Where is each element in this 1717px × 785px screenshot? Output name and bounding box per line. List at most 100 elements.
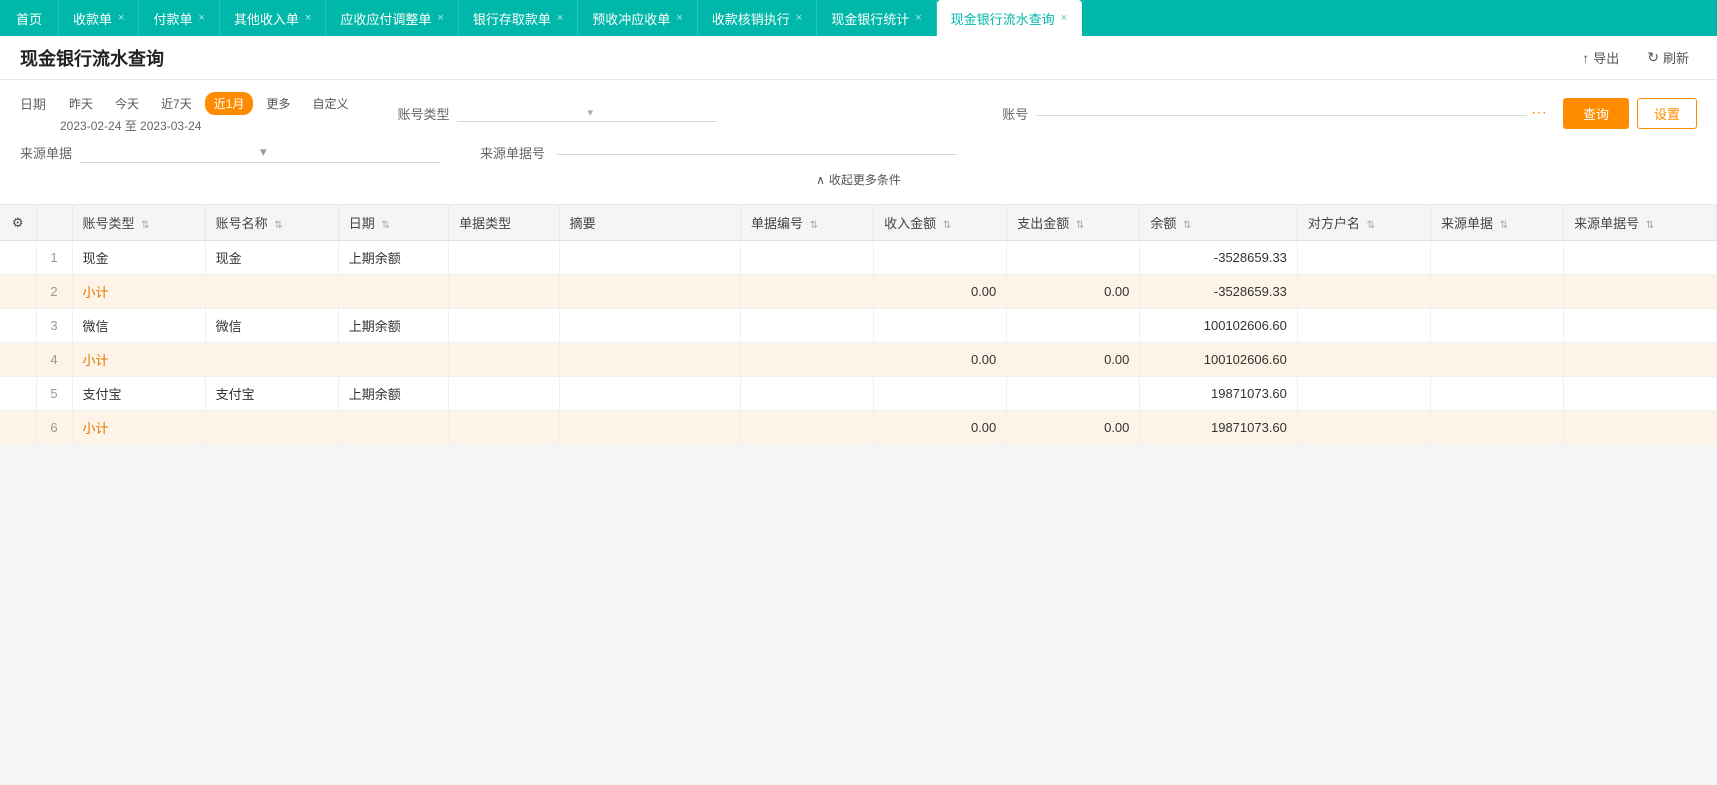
account-input[interactable]	[1036, 111, 1527, 116]
date-shortcuts: 昨天 今天 近7天 近1月 更多 自定义	[60, 92, 357, 115]
close-icon[interactable]: ×	[118, 12, 124, 24]
col-source-doc-num[interactable]: 来源单据号 ⇅	[1564, 205, 1717, 241]
nav-tab-payments[interactable]: 付款单 ×	[139, 0, 219, 36]
col-summary: 摘要	[559, 205, 740, 241]
cell-source-doc-num	[1564, 309, 1717, 343]
filter-area: 日期 昨天 今天 近7天 近1月 更多 自定义 2023-02-24 至 202…	[0, 80, 1717, 205]
source-doc-num-input[interactable]	[557, 150, 957, 155]
nav-home[interactable]: 首页	[0, 0, 59, 36]
account-dots-button[interactable]: ···	[1531, 104, 1547, 122]
cell-expense	[1007, 377, 1140, 411]
date-btn-today[interactable]: 今天	[106, 92, 148, 115]
col-income[interactable]: 收入金额 ⇅	[874, 205, 1007, 241]
nav-tab-cash-bank-flow[interactable]: 现金银行流水查询 ×	[937, 0, 1082, 36]
account-type-select[interactable]: ▾	[457, 104, 717, 122]
query-button[interactable]: 查询	[1563, 98, 1629, 129]
col-date[interactable]: 日期 ⇅	[338, 205, 448, 241]
cell-doc-type	[449, 275, 559, 309]
cell-account-type: 微信	[72, 309, 205, 343]
col-account-type[interactable]: 账号类型 ⇅	[72, 205, 205, 241]
cell-account-name	[205, 275, 338, 309]
cell-expense: 0.00	[1007, 275, 1140, 309]
nav-tab-other-income[interactable]: 其他收入单 ×	[220, 0, 326, 36]
sort-icon: ⇅	[1646, 220, 1654, 231]
table-row: 3微信微信上期余额100102606.60	[0, 309, 1717, 343]
cell-income: 0.00	[874, 411, 1007, 445]
cell-balance: -3528659.33	[1140, 241, 1298, 275]
cell-summary	[559, 343, 740, 377]
cell-account-type: 现金	[72, 241, 205, 275]
close-icon[interactable]: ×	[1061, 12, 1067, 24]
close-icon[interactable]: ×	[437, 12, 443, 24]
col-balance[interactable]: 余额 ⇅	[1140, 205, 1298, 241]
date-btn-7days[interactable]: 近7天	[152, 92, 201, 115]
col-account-name[interactable]: 账号名称 ⇅	[205, 205, 338, 241]
header-actions: ↑ 导出 ↻ 刷新	[1574, 44, 1697, 71]
nav-tab-pre-receipt[interactable]: 预收冲应收单 ×	[578, 0, 697, 36]
cell-account-type: 小计	[72, 411, 205, 445]
cell-settings	[0, 309, 36, 343]
cell-settings	[0, 343, 36, 377]
account-label: 账号	[1002, 104, 1028, 123]
refresh-button[interactable]: ↻ 刷新	[1639, 44, 1697, 71]
settings-button[interactable]: 设置	[1637, 98, 1697, 129]
account-section: 账号 ···	[1002, 104, 1547, 123]
date-btn-1month[interactable]: 近1月	[205, 92, 254, 115]
cell-source-doc-num	[1564, 411, 1717, 445]
main-table: ⚙ 账号类型 ⇅ 账号名称 ⇅ 日期 ⇅ 单据类型 摘要	[0, 205, 1717, 445]
cell-doc-number	[741, 411, 874, 445]
table-row: 6小计0.000.0019871073.60	[0, 411, 1717, 445]
cell-source-doc-num	[1564, 343, 1717, 377]
table-row: 2小计0.000.00-3528659.33	[0, 275, 1717, 309]
table-row: 4小计0.000.00100102606.60	[0, 343, 1717, 377]
cell-counterparty	[1297, 309, 1430, 343]
cell-doc-number	[741, 377, 874, 411]
nav-tab-cash-bank-stat[interactable]: 现金银行统计 ×	[817, 0, 936, 36]
close-icon[interactable]: ×	[305, 12, 311, 24]
cell-summary	[559, 309, 740, 343]
cell-source-doc	[1431, 343, 1564, 377]
source-doc-select[interactable]: ▾	[80, 142, 440, 163]
close-icon[interactable]: ×	[915, 12, 921, 24]
cell-source-doc-num	[1564, 275, 1717, 309]
col-counterparty[interactable]: 对方户名 ⇅	[1297, 205, 1430, 241]
collapse-bar[interactable]: ∧ 收起更多条件	[20, 167, 1697, 196]
cell-doc-type	[449, 411, 559, 445]
cell-date: 上期余额	[338, 309, 448, 343]
close-icon[interactable]: ×	[796, 12, 802, 24]
date-btn-more[interactable]: 更多	[257, 92, 299, 115]
cell-doc-type	[449, 377, 559, 411]
date-btn-yesterday[interactable]: 昨天	[60, 92, 102, 115]
account-type-label: 账号类型	[397, 104, 449, 123]
cell-counterparty	[1297, 377, 1430, 411]
col-source-doc[interactable]: 来源单据 ⇅	[1431, 205, 1564, 241]
cell-date	[338, 343, 448, 377]
col-doc-number[interactable]: 单据编号 ⇅	[741, 205, 874, 241]
cell-doc-number	[741, 275, 874, 309]
cell-counterparty	[1297, 241, 1430, 275]
nav-tab-bank-deposit[interactable]: 银行存取款单 ×	[459, 0, 578, 36]
nav-tab-receipt-verify[interactable]: 收款核销执行 ×	[698, 0, 817, 36]
date-btn-custom[interactable]: 自定义	[303, 92, 357, 115]
sort-icon: ⇅	[943, 220, 951, 231]
cell-summary	[559, 411, 740, 445]
nav-tab-ar-ap-adjust[interactable]: 应收应付调整单 ×	[326, 0, 458, 36]
cell-date	[338, 411, 448, 445]
cell-date: 上期余额	[338, 377, 448, 411]
cell-source-doc	[1431, 377, 1564, 411]
cell-index: 6	[36, 411, 72, 445]
collapse-label: 收起更多条件	[829, 171, 901, 188]
close-icon[interactable]: ×	[676, 12, 682, 24]
col-expense[interactable]: 支出金额 ⇅	[1007, 205, 1140, 241]
export-button[interactable]: ↑ 导出	[1574, 44, 1627, 71]
close-icon[interactable]: ×	[557, 12, 563, 24]
cell-doc-type	[449, 309, 559, 343]
cell-doc-type	[449, 343, 559, 377]
close-icon[interactable]: ×	[198, 12, 204, 24]
cell-settings	[0, 275, 36, 309]
cell-source-doc	[1431, 275, 1564, 309]
cell-account-name	[205, 411, 338, 445]
nav-tab-receipts[interactable]: 收款单 ×	[59, 0, 139, 36]
cell-index: 5	[36, 377, 72, 411]
col-settings[interactable]: ⚙	[0, 205, 36, 241]
